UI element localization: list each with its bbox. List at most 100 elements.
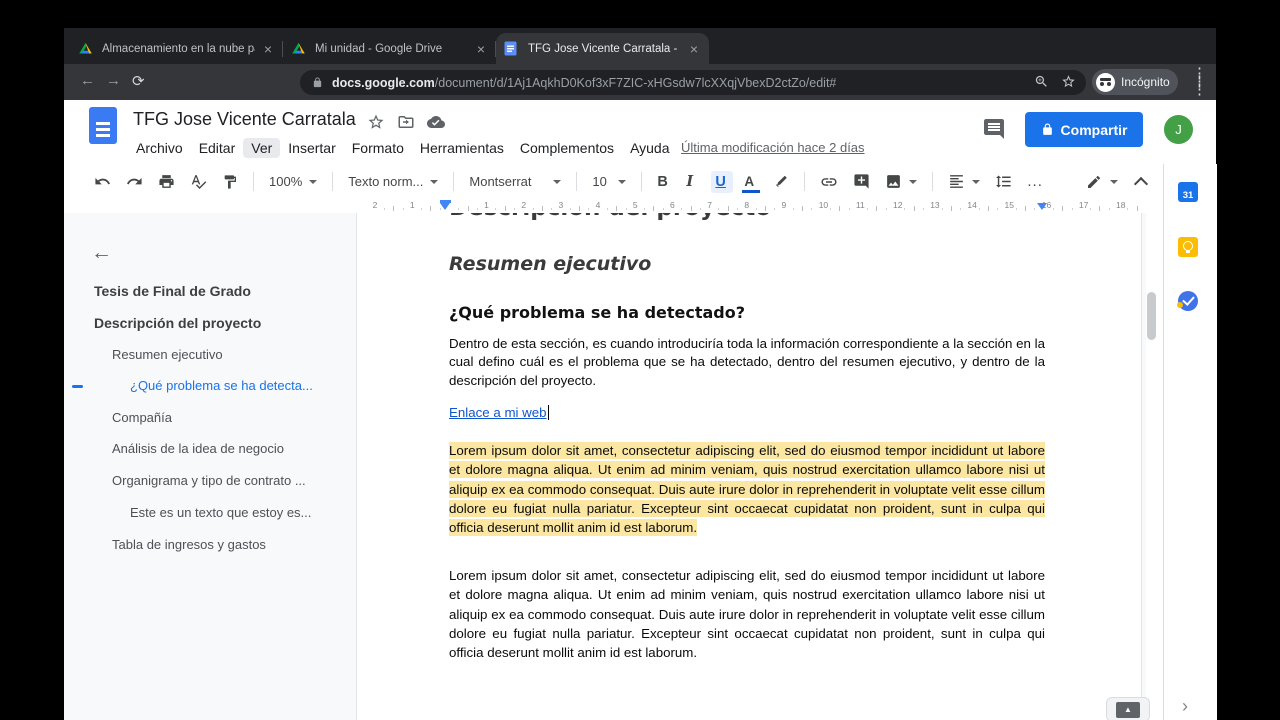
outline-item[interactable]: Análisis de la idea de negocio: [112, 441, 284, 456]
move-folder-icon[interactable]: [397, 113, 415, 131]
menu-archivo[interactable]: Archivo: [128, 138, 191, 158]
up-arrow-icon: ▲: [1116, 701, 1140, 718]
address-bar[interactable]: docs.google.com/document/d/1Aj1AqkhD0Kof…: [300, 70, 1086, 95]
insert-image-button[interactable]: [881, 170, 921, 193]
docs-logo-icon[interactable]: [89, 107, 117, 144]
calendar-icon[interactable]: 31: [1178, 182, 1198, 202]
hide-side-panel-icon[interactable]: ›: [1182, 696, 1188, 717]
ruler-tick: [430, 206, 432, 211]
menu-formato[interactable]: Formato: [344, 138, 412, 158]
forward-icon[interactable]: →: [106, 72, 121, 89]
document-title[interactable]: TFG Jose Vicente Carratala: [133, 109, 356, 130]
right-indent-marker[interactable]: [1037, 203, 1047, 210]
outline-item[interactable]: Compañía: [112, 410, 172, 425]
ruler-tick: [644, 208, 646, 210]
insert-link-button[interactable]: [816, 170, 842, 194]
paint-format-button[interactable]: [218, 171, 242, 193]
bookmark-star-icon[interactable]: [1061, 74, 1076, 89]
print-button[interactable]: [154, 170, 179, 193]
tab-close-icon[interactable]: ×: [474, 41, 488, 57]
font-size-select[interactable]: 10: [588, 171, 630, 192]
editing-mode-button[interactable]: [1086, 174, 1118, 190]
url-text: docs.google.com/document/d/1Aj1AqkhD0Kof…: [332, 75, 837, 90]
redo-button[interactable]: [122, 170, 147, 193]
chevron-down-icon: [309, 179, 318, 184]
left-indent-marker[interactable]: [440, 203, 450, 210]
chevron-down-icon: [972, 179, 981, 184]
line-spacing-button[interactable]: [991, 170, 1016, 193]
ruler-number: 3: [558, 200, 564, 210]
tab-close-icon[interactable]: ×: [261, 41, 275, 57]
toolbar-more-button[interactable]: ...: [1023, 170, 1047, 193]
keep-icon[interactable]: [1178, 237, 1198, 257]
outline-item[interactable]: Organigrama y tipo de contrato ...: [112, 473, 306, 488]
ruler-tick: [495, 208, 497, 210]
ruler-tick: [1090, 208, 1092, 210]
browser-tab[interactable]: TFG Jose Vicente Carratala - D ×: [496, 33, 709, 64]
align-button[interactable]: [944, 170, 984, 193]
comments-icon[interactable]: [982, 117, 1006, 141]
menu-complementos[interactable]: Complementos: [512, 138, 622, 158]
back-icon[interactable]: ←: [80, 72, 95, 89]
outline-item[interactable]: Tabla de ingresos y gastos: [112, 537, 266, 552]
menu-herramientas[interactable]: Herramientas: [412, 138, 512, 158]
browser-menu-icon[interactable]: ⋮ ⋮ ⋮: [1192, 66, 1207, 97]
ruler-number: 14: [967, 200, 977, 210]
ruler-number: 8: [744, 200, 750, 210]
tab-title: Almacenamiento en la nube pa: [102, 42, 255, 55]
reload-icon[interactable]: ⟳: [132, 72, 145, 90]
spellcheck-button[interactable]: [186, 170, 211, 193]
add-comment-button[interactable]: [849, 170, 874, 193]
zoom-select[interactable]: 100%: [265, 171, 321, 192]
avatar[interactable]: J: [1164, 115, 1193, 144]
zoom-icon[interactable]: [1034, 74, 1049, 89]
collapse-toolbar-button[interactable]: [1133, 175, 1149, 191]
doc-heading-3: ¿Qué problema se ha detectado?: [449, 303, 746, 322]
browser-tab[interactable]: Mi unidad - Google Drive ×: [283, 33, 496, 64]
highlight-button[interactable]: [769, 171, 793, 193]
ruler-number: 4: [595, 200, 601, 210]
menu-ayuda[interactable]: Ayuda: [622, 138, 677, 158]
ruler-tick: [458, 208, 460, 210]
italic-button[interactable]: I: [682, 170, 704, 193]
ruler-tick: [950, 206, 952, 211]
tasks-icon[interactable]: [1177, 291, 1198, 311]
cloud-status-icon[interactable]: [427, 113, 445, 131]
paragraph-style-select[interactable]: Texto norm...: [344, 171, 442, 192]
scroll-up-button[interactable]: ▲: [1106, 697, 1150, 720]
star-icon[interactable]: [367, 113, 385, 131]
ruler-tick: [764, 206, 766, 211]
document-page[interactable]: Descripción del proyecto Resumen ejecuti…: [356, 213, 1142, 720]
last-modified-link[interactable]: Última modificación hace 2 días: [681, 140, 865, 155]
tab-close-icon[interactable]: ×: [687, 41, 701, 57]
outline-item[interactable]: Este es un texto que estoy es...: [130, 505, 311, 520]
ruler-number: 1: [409, 200, 415, 210]
ruler-tick: [904, 208, 906, 210]
ruler-tick: [727, 206, 729, 211]
undo-button[interactable]: [90, 170, 115, 193]
font-select[interactable]: Montserrat: [465, 171, 565, 192]
browser-tab[interactable]: Almacenamiento en la nube pa ×: [70, 33, 283, 64]
underline-button[interactable]: U: [711, 170, 734, 193]
menu-editar[interactable]: Editar: [191, 138, 244, 158]
outline-item[interactable]: ¿Qué problema se ha detecta...: [130, 378, 313, 393]
outline-item[interactable]: Descripción del proyecto: [94, 315, 261, 331]
share-button[interactable]: Compartir: [1025, 112, 1143, 147]
web-link[interactable]: Enlace a mi web: [449, 405, 547, 420]
ruler-tick: [839, 206, 841, 211]
incognito-icon: [1096, 72, 1115, 92]
chevron-down-icon: [909, 179, 918, 184]
menu-insertar[interactable]: Insertar: [280, 138, 343, 158]
outline-item[interactable]: Resumen ejecutivo: [112, 347, 223, 362]
ruler-tick: [579, 206, 581, 211]
text-color-button[interactable]: A: [740, 171, 762, 193]
ruler-tick: [383, 208, 385, 210]
bold-button[interactable]: B: [653, 171, 675, 193]
ruler-tick: [1062, 206, 1064, 211]
ruler-tick: [514, 208, 516, 210]
scrollbar-thumb[interactable]: [1147, 292, 1156, 340]
menu-ver[interactable]: Ver: [243, 138, 281, 158]
ruler-tick: [997, 208, 999, 210]
close-outline-icon[interactable]: ←: [91, 242, 112, 263]
outline-item[interactable]: Tesis de Final de Grado: [94, 283, 251, 299]
